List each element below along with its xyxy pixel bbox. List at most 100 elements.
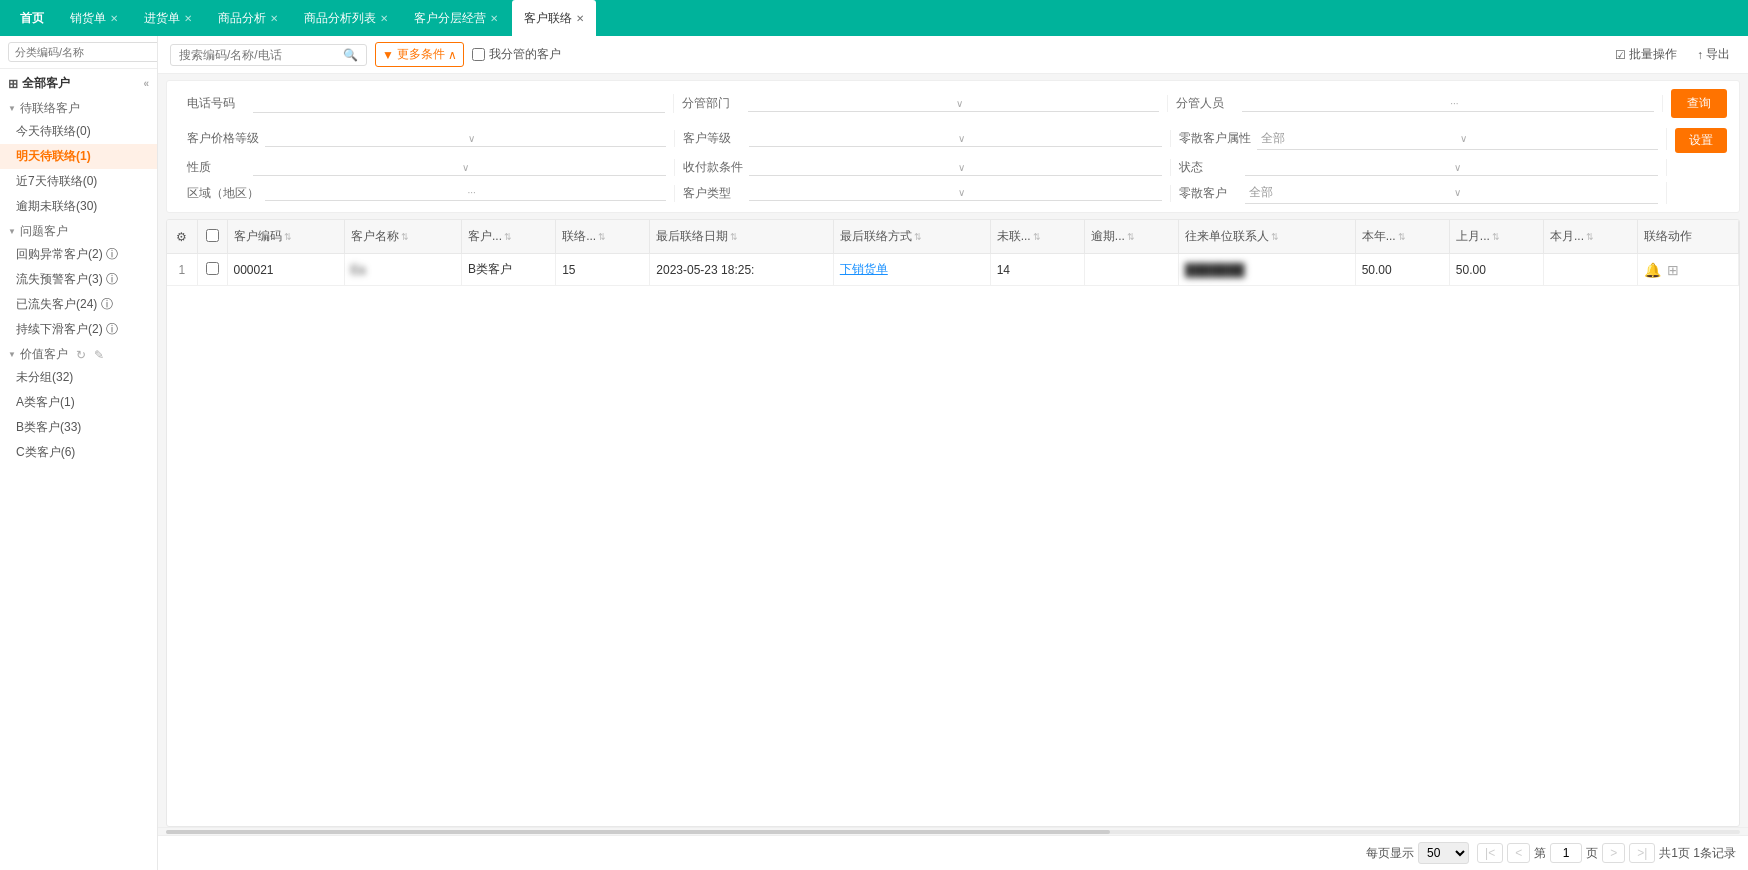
col-this-month[interactable]: 本月...⇅ — [1544, 220, 1638, 254]
payment-select[interactable]: ∨ — [749, 160, 1162, 176]
nav-tab-purchase[interactable]: 进货单 ✕ — [132, 0, 204, 36]
first-page-button[interactable]: |< — [1477, 843, 1503, 863]
sidebar-item-b-class[interactable]: B类客户(33) — [0, 415, 157, 440]
per-page-select-input[interactable]: 10 20 50 100 — [1418, 842, 1469, 864]
person-select[interactable]: ··· — [1242, 96, 1654, 112]
select-all-checkbox[interactable] — [206, 229, 219, 242]
sidebar-all-customers[interactable]: ⊞ 全部客户 « — [0, 69, 157, 96]
col-customer-name[interactable]: 客户名称⇅ — [344, 220, 461, 254]
sidebar-item-declining[interactable]: 持续下滑客户(2) ⓘ — [0, 317, 157, 342]
nature-select[interactable]: ∨ — [253, 160, 666, 176]
close-icon[interactable]: ✕ — [184, 13, 192, 24]
close-icon[interactable]: ✕ — [110, 13, 118, 24]
close-icon[interactable]: ✕ — [576, 13, 584, 24]
row-checkbox[interactable] — [206, 262, 219, 275]
row-number: 1 — [167, 254, 197, 286]
sidebar-item-repurchase-abnormal[interactable]: 回购异常客户(2) ⓘ — [0, 242, 157, 267]
sidebar-search-input[interactable] — [8, 42, 158, 62]
nav-tab-customer-contact[interactable]: 客户联络 ✕ — [512, 0, 596, 36]
col-this-year[interactable]: 本年...⇅ — [1355, 220, 1449, 254]
sidebar-item-ungrouped[interactable]: 未分组(32) — [0, 365, 157, 390]
qr-action-icon[interactable]: ⊞ — [1667, 262, 1679, 278]
col-contact-count[interactable]: 联络...⇅ — [556, 220, 650, 254]
sidebar-group-problem[interactable]: ▼ 问题客户 — [0, 219, 157, 242]
col-customer-type[interactable]: 客户...⇅ — [462, 220, 556, 254]
sidebar-group-pending[interactable]: ▼ 待联络客户 — [0, 96, 157, 119]
nav-home[interactable]: 首页 — [8, 0, 56, 36]
settings-button[interactable]: 设置 — [1675, 128, 1727, 153]
actions-cell: 🔔 ⊞ — [1638, 254, 1739, 286]
grid-icon: ⊞ — [8, 77, 18, 91]
table-body: 1 000021 Ea B类客户 15 2023-05-23 18:25: 下销… — [167, 254, 1739, 286]
close-icon[interactable]: ✕ — [270, 13, 278, 24]
close-icon[interactable]: ✕ — [380, 13, 388, 24]
row-checkbox-cell[interactable] — [197, 254, 227, 286]
content-area: 🔍 ▼ 更多条件 ∧ 我分管的客户 ☑ 批量操作 ↑ 导出 — [158, 36, 1748, 870]
pagination-controls: |< < 第 页 > >| 共1页 1条记录 — [1477, 843, 1736, 863]
per-page-label: 每页显示 — [1366, 845, 1414, 862]
export-button[interactable]: ↑ 导出 — [1691, 43, 1736, 66]
my-customers-checkbox[interactable]: 我分管的客户 — [472, 46, 561, 63]
this-month-cell — [1544, 254, 1638, 286]
sidebar-item-a-class[interactable]: A类客户(1) — [0, 390, 157, 415]
customer-name-cell: Ea — [344, 254, 461, 286]
contact-action-icon[interactable]: 🔔 — [1644, 262, 1661, 278]
search-icon[interactable]: 🔍 — [343, 48, 358, 62]
col-customer-code[interactable]: 客户编码⇅ — [227, 220, 344, 254]
my-customers-check[interactable] — [472, 48, 485, 61]
horizontal-scrollbar[interactable] — [158, 827, 1748, 835]
sidebar-item-churn-warning[interactable]: 流失预警客户(3) ⓘ — [0, 267, 157, 292]
sort-icon: ⇅ — [1033, 232, 1041, 242]
filter-search-box[interactable]: 🔍 — [170, 44, 367, 66]
col-last-contact-method[interactable]: 最后联络方式⇅ — [833, 220, 990, 254]
retail-attr-select[interactable]: 全部 ∨ — [1257, 128, 1658, 150]
sidebar-search-bar: 🔍 — [0, 36, 157, 69]
col-last-month[interactable]: 上月...⇅ — [1449, 220, 1543, 254]
col-checkbox[interactable] — [197, 220, 227, 254]
nav-tab-customer-tier[interactable]: 客户分层经营 ✕ — [402, 0, 510, 36]
adv-phone-cell: 电话号码 — [179, 94, 674, 113]
sidebar-item-7days[interactable]: 近7天待联络(0) — [0, 169, 157, 194]
sidebar-item-c-class[interactable]: C类客户(6) — [0, 440, 157, 465]
ellipsis-icon: ··· — [468, 187, 663, 198]
col-settings[interactable]: ⚙ — [167, 220, 197, 254]
next-page-button[interactable]: > — [1602, 843, 1625, 863]
sidebar-item-churned[interactable]: 已流失客户(24) ⓘ — [0, 292, 157, 317]
edit-icon[interactable]: ✎ — [94, 348, 104, 362]
price-level-select[interactable]: ∨ — [265, 131, 666, 147]
col-actions: 联络动作 — [1638, 220, 1739, 254]
sidebar-item-tomorrow[interactable]: 明天待联络(1) — [0, 144, 157, 169]
nav-tab-sale[interactable]: 销货单 ✕ — [58, 0, 130, 36]
query-button[interactable]: 查询 — [1671, 89, 1727, 118]
col-last-contact-date[interactable]: 最后联络日期⇅ — [650, 220, 833, 254]
dept-select[interactable]: ∨ — [748, 96, 1160, 112]
sidebar-item-overdue[interactable]: 逾期未联络(30) — [0, 194, 157, 219]
col-uncontacted[interactable]: 未联...⇅ — [990, 220, 1084, 254]
sidebar-group-value[interactable]: ▼ 价值客户 ↻ ✎ — [0, 342, 157, 365]
more-conditions-button[interactable]: ▼ 更多条件 ∧ — [375, 42, 464, 67]
last-contact-date-cell: 2023-05-23 18:25: — [650, 254, 833, 286]
filter-search-input[interactable] — [179, 48, 339, 62]
region-select[interactable]: ··· — [265, 185, 666, 201]
last-page-button[interactable]: >| — [1629, 843, 1655, 863]
adv-person-cell: 分管人员 ··· — [1168, 95, 1663, 112]
phone-input[interactable] — [253, 94, 665, 113]
customer-type-select[interactable]: ∨ — [749, 185, 1162, 201]
customer-level-select[interactable]: ∨ — [749, 131, 1162, 147]
col-overdue[interactable]: 逾期...⇅ — [1084, 220, 1178, 254]
refresh-icon[interactable]: ↻ — [76, 348, 86, 362]
page-number-input[interactable] — [1550, 843, 1582, 863]
close-icon[interactable]: ✕ — [490, 13, 498, 24]
nav-tab-analysis[interactable]: 商品分析 ✕ — [206, 0, 290, 36]
adv-payment-cell: 收付款条件 ∨ — [675, 159, 1171, 176]
main-layout: 🔍 ⊞ 全部客户 « ▼ 待联络客户 今天待联络(0) 明天待联络(1) 近7天… — [0, 36, 1748, 870]
prev-page-button[interactable]: < — [1507, 843, 1530, 863]
nav-tab-analysis-list[interactable]: 商品分析列表 ✕ — [292, 0, 400, 36]
status-select[interactable]: ∨ — [1245, 160, 1658, 176]
last-contact-method-cell[interactable]: 下销货单 — [833, 254, 990, 286]
col-partner-contact[interactable]: 往来单位联系人⇅ — [1178, 220, 1355, 254]
sidebar-item-today[interactable]: 今天待联络(0) — [0, 119, 157, 144]
retail-select[interactable]: 全部 ∨ — [1245, 182, 1658, 204]
contact-method-link[interactable]: 下销货单 — [840, 262, 888, 276]
batch-operation-button[interactable]: ☑ 批量操作 — [1609, 43, 1683, 66]
